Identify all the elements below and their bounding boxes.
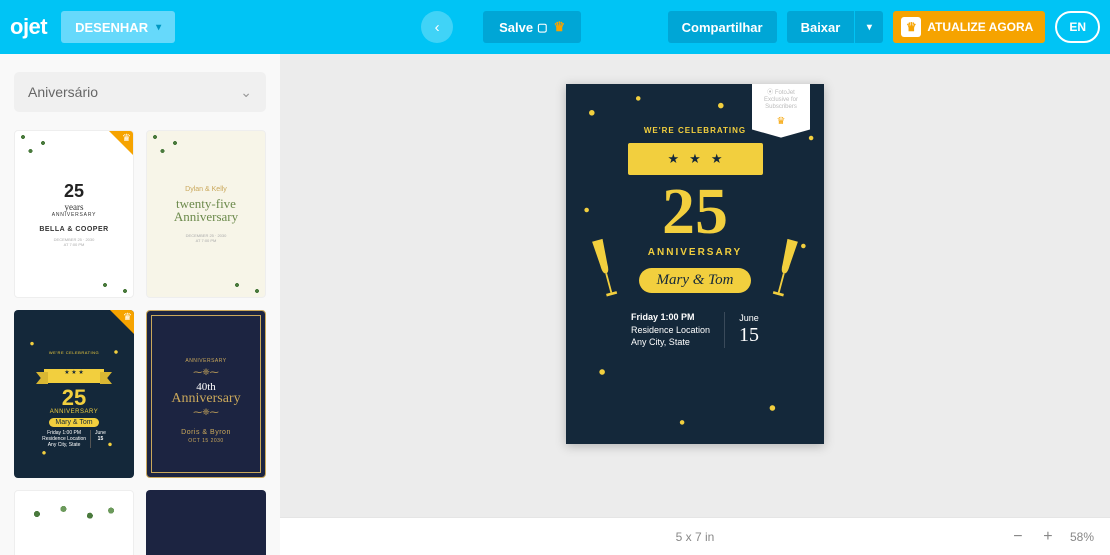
thumb-ann: ANNIVERSARY (50, 409, 98, 415)
star-icon: ★ (668, 151, 680, 167)
crown-icon: ♛ (901, 17, 921, 37)
template-grid: 25 years ANNIVERSARY BELLA & COOPER DECE… (14, 130, 266, 555)
thumb-line1: twenty-five (176, 197, 236, 210)
header-right-group: Compartilhar Baixar ▾ ♛ ATUALIZE AGORA E… (668, 11, 1100, 43)
canvas[interactable]: ⦿ FotoJet Exclusive for Subscribers ♛ WE… (280, 54, 1110, 517)
download-caret[interactable]: ▾ (855, 11, 883, 43)
thumb-number: 25 (62, 385, 86, 411)
language-button[interactable]: EN (1055, 11, 1100, 43)
chevron-left-icon: ‹ (435, 19, 440, 36)
template-thumb[interactable]: 25 years ANNIVERSARY BELLA & COOPER DECE… (14, 130, 134, 298)
template-thumb[interactable]: WE'RE CELEBRATING ★ ★ ★ 25 ANNIVERSARY M… (14, 310, 134, 478)
download-button-group: Baixar ▾ (787, 11, 884, 43)
card-names: Mary & Tom (639, 268, 752, 293)
crown-icon: ♛ (554, 19, 566, 35)
save-button[interactable]: Salve ▢ ♛ (483, 11, 581, 43)
thumb-names: Mary & Tom (49, 418, 98, 427)
card-ribbon: ★ ★ ★ (628, 143, 763, 175)
watermark-brand: ⦿ FotoJet (756, 90, 806, 97)
card-number: 25 (662, 179, 728, 245)
card-footer: Friday 1:00 PM Residence Location Any Ci… (631, 311, 759, 349)
canvas-dimensions: 5 x 7 in (676, 530, 715, 544)
thumb-line2: Anniversary (174, 210, 238, 223)
thumb-names: Doris & Byron (181, 429, 231, 436)
upgrade-label: ATUALIZE AGORA (927, 20, 1033, 34)
card-date: 15 (739, 324, 759, 346)
star-icon: ★ (711, 151, 723, 167)
card-anniversary: ANNIVERSARY (648, 247, 742, 258)
thumb-script: years (65, 202, 84, 212)
thumb-names: Dylan & Kelly (185, 186, 227, 193)
draw-label: DESENHAR (75, 20, 148, 35)
premium-badge-icon (110, 310, 134, 334)
card-month: June (739, 314, 759, 324)
app-body: Aniversário ⌄ 25 years ANNIVERSARY BELLA… (0, 54, 1110, 555)
zoom-value: 58% (1070, 530, 1094, 544)
template-thumb[interactable]: Dylan & Kelly twenty-five Anniversary DE… (146, 130, 266, 298)
zoom-in-button[interactable]: + (1040, 528, 1056, 546)
template-thumb[interactable] (14, 490, 134, 555)
language-label: EN (1069, 20, 1086, 34)
zoom-out-button[interactable]: − (1010, 528, 1026, 546)
watermark-line1: Exclusive for (756, 97, 806, 104)
app-header: ojet DESENHAR ▾ ‹ Salve ▢ ♛ Compartilhar… (0, 0, 1110, 54)
premium-badge-icon (109, 131, 133, 155)
thumb-tag: ANNIVERSARY (185, 358, 226, 364)
zoom-controls: − + 58% (1010, 528, 1094, 546)
star-icon: ★ (689, 151, 701, 167)
main-area: ⦿ FotoJet Exclusive for Subscribers ♛ WE… (280, 54, 1110, 555)
save-label: Salve (499, 20, 533, 35)
premium-watermark: ⦿ FotoJet Exclusive for Subscribers ♛ (752, 84, 810, 138)
champagne-glass-icon (587, 233, 623, 305)
card-celebrating: WE'RE CELEBRATING (644, 126, 746, 135)
category-dropdown[interactable]: Aniversário ⌄ (14, 72, 266, 112)
sidebar: Aniversário ⌄ 25 years ANNIVERSARY BELLA… (0, 54, 280, 555)
design-card[interactable]: ⦿ FotoJet Exclusive for Subscribers ♛ WE… (566, 84, 824, 444)
leaves-icon (21, 497, 127, 531)
bottom-bar: 5 x 7 in − + 58% (280, 517, 1110, 555)
category-label: Aniversário (28, 84, 98, 100)
share-label: Compartilhar (682, 20, 763, 35)
card-loc1: Residence Location (631, 324, 710, 337)
draw-dropdown[interactable]: DESENHAR ▾ (61, 11, 175, 43)
card-day-time: Friday 1:00 PM (631, 311, 710, 324)
caret-down-icon: ▾ (867, 22, 872, 33)
upgrade-button[interactable]: ♛ ATUALIZE AGORA (893, 11, 1045, 43)
crown-icon: ♛ (756, 116, 806, 128)
save-disk-icon: ▢ (537, 21, 547, 34)
chevron-down-icon: ⌄ (240, 84, 252, 101)
thumb-date: OCT 15 2030 (188, 438, 223, 444)
thumb-sub: ANNIVERSARY (52, 212, 97, 218)
thumb-cele: WE'RE CELEBRATING (49, 350, 99, 355)
caret-down-icon: ▾ (156, 22, 161, 33)
app-logo: ojet (10, 14, 61, 40)
template-thumb[interactable]: ANNIVERSARY ⁓❈⁓ 40th Anniversary ⁓❈⁓ Dor… (146, 310, 266, 478)
thumb-annc: Anniversary (171, 393, 240, 404)
watermark-line2: Subscribers (756, 104, 806, 111)
card-loc2: Any City, State (631, 336, 710, 349)
download-label: Baixar (801, 20, 841, 35)
share-button[interactable]: Compartilhar (668, 11, 777, 43)
champagne-glass-icon (767, 233, 803, 305)
back-button[interactable]: ‹ (421, 11, 453, 43)
thumb-names: BELLA & COOPER (39, 226, 108, 233)
template-thumb[interactable]: ⚭ (146, 490, 266, 555)
download-button[interactable]: Baixar (787, 11, 855, 43)
thumb-number: 25 (64, 181, 84, 202)
